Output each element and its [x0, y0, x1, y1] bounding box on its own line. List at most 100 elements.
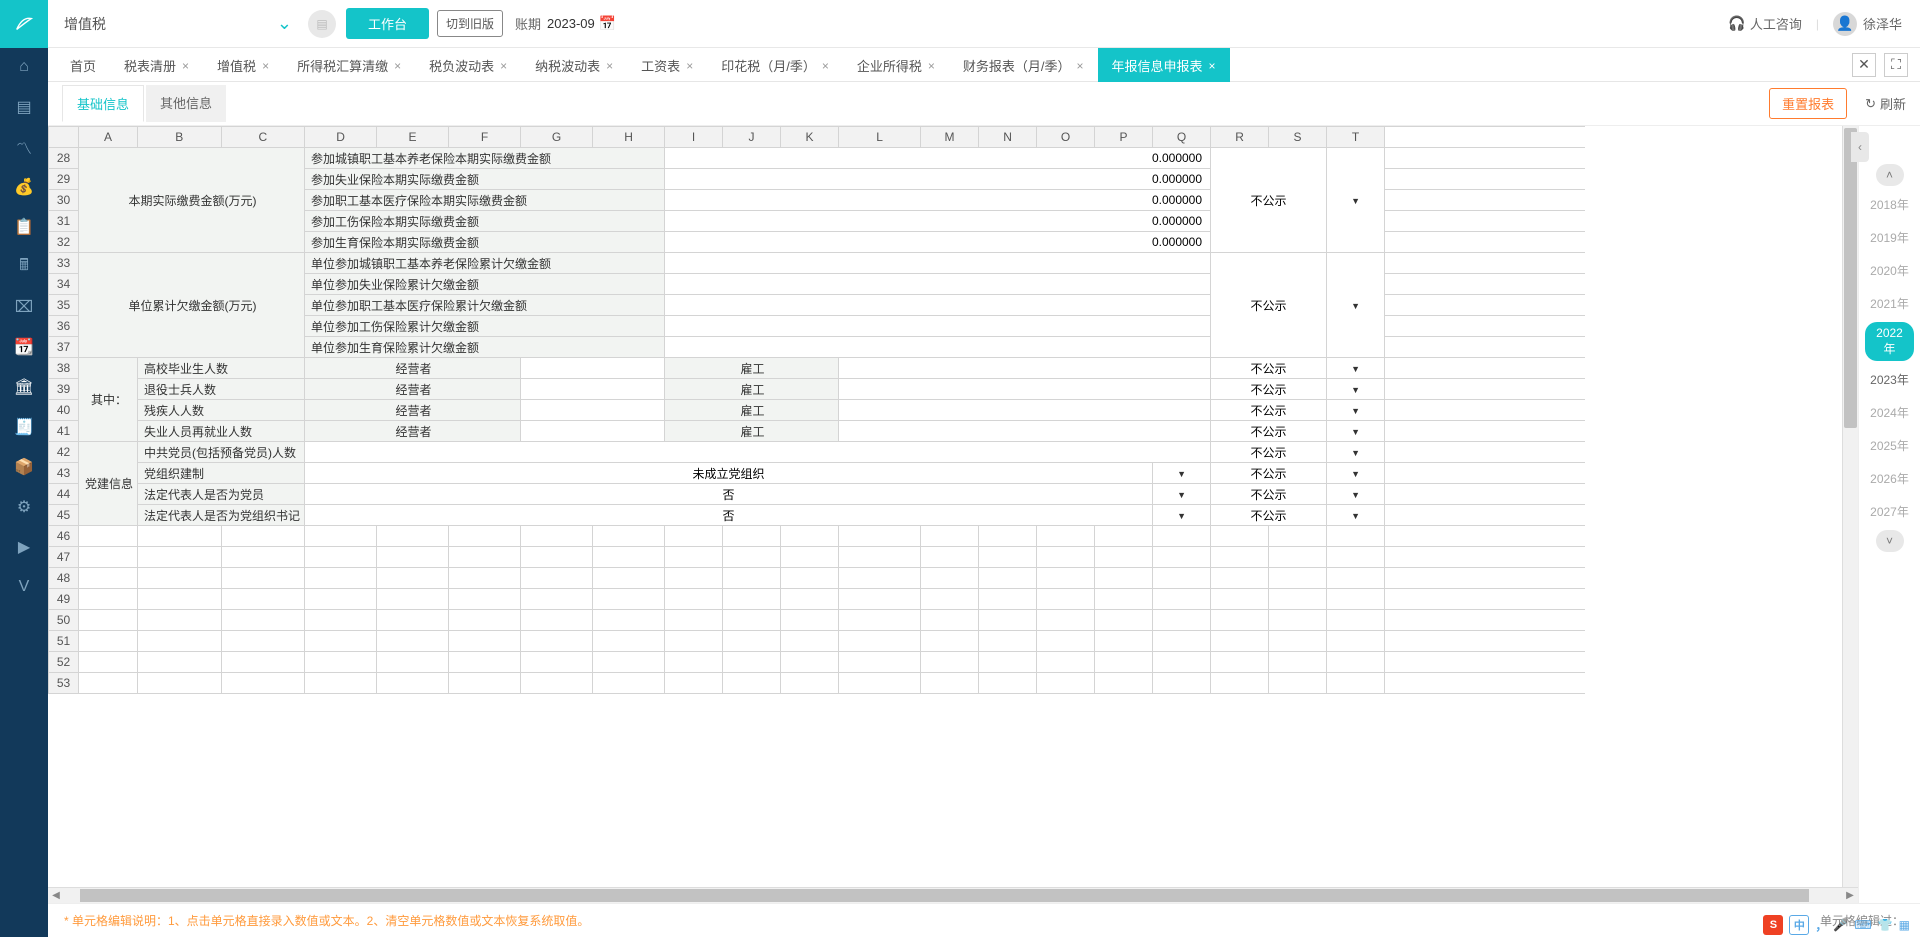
cell-47E[interactable] [377, 547, 449, 568]
cell-51L[interactable] [839, 631, 921, 652]
close-icon[interactable]: × [822, 59, 829, 73]
cell-38c[interactable]: ▼ [1327, 358, 1385, 379]
cell-28s[interactable]: 不公示 [1211, 148, 1327, 253]
cell-48C[interactable] [221, 568, 305, 589]
nav-doc-icon[interactable]: ▤ [13, 96, 35, 118]
cell-34v[interactable] [665, 274, 1211, 295]
cell-36v[interactable] [665, 316, 1211, 337]
cell-52P[interactable] [1095, 652, 1153, 673]
row-45[interactable]: 45 [49, 505, 79, 526]
cell-46Q[interactable] [1153, 526, 1211, 547]
cell-47C[interactable] [221, 547, 305, 568]
cell-38b[interactable]: 高校毕业生人数 [138, 358, 305, 379]
cell-33d[interactable]: 单位参加城镇职工基本养老保险累计欠缴金额 [305, 253, 665, 274]
cell-39s[interactable]: 不公示 [1211, 379, 1327, 400]
cell-50J[interactable] [723, 610, 781, 631]
cell-51B[interactable] [138, 631, 222, 652]
cell-40s[interactable]: 不公示 [1211, 400, 1327, 421]
col-Q[interactable]: Q [1153, 127, 1211, 148]
close-icon[interactable]: × [394, 59, 401, 73]
cell-40g[interactable]: 雇工 [665, 400, 839, 421]
workbench-button[interactable]: 工作台 [346, 8, 429, 39]
col-R[interactable]: R [1211, 127, 1269, 148]
cell-46B[interactable] [138, 526, 222, 547]
cell-45c[interactable]: ▼ [1327, 505, 1385, 526]
cell-47I[interactable] [665, 547, 723, 568]
cell-50L[interactable] [839, 610, 921, 631]
cell-37v[interactable] [665, 337, 1211, 358]
cell-47H[interactable] [593, 547, 665, 568]
cell-49J[interactable] [723, 589, 781, 610]
subtab-basic[interactable]: 基础信息 [62, 85, 144, 122]
cell-51R[interactable] [1211, 631, 1269, 652]
cell-52F[interactable] [449, 652, 521, 673]
nav-calc-icon[interactable]: 🖩 [13, 256, 35, 278]
cell-53H[interactable] [593, 673, 665, 694]
cell-52O[interactable] [1037, 652, 1095, 673]
cell-52S[interactable] [1269, 652, 1327, 673]
cell-52G[interactable] [521, 652, 593, 673]
cell-45s[interactable]: 不公示 [1211, 505, 1327, 526]
cell-46M[interactable] [921, 526, 979, 547]
cell-46O[interactable] [1037, 526, 1095, 547]
cell-49M[interactable] [921, 589, 979, 610]
refresh-button[interactable]: 刷新 [1865, 94, 1906, 113]
cell-46A[interactable] [79, 526, 138, 547]
row-44[interactable]: 44 [49, 484, 79, 505]
row-34[interactable]: 34 [49, 274, 79, 295]
cell-49T[interactable] [1327, 589, 1385, 610]
cell-49H[interactable] [593, 589, 665, 610]
cell-48R[interactable] [1211, 568, 1269, 589]
cell-group-38[interactable]: 其中： [79, 358, 138, 442]
cell-50A[interactable] [79, 610, 138, 631]
tab-5[interactable]: 纳税波动表× [521, 48, 627, 82]
cell-52J[interactable] [723, 652, 781, 673]
close-icon[interactable]: × [500, 59, 507, 73]
cell-40c[interactable]: ▼ [1327, 400, 1385, 421]
cell-53N[interactable] [979, 673, 1037, 694]
ime-sogou-icon[interactable]: S [1763, 915, 1783, 935]
cell-53E[interactable] [377, 673, 449, 694]
row-35[interactable]: 35 [49, 295, 79, 316]
cell-52E[interactable] [377, 652, 449, 673]
cell-49O[interactable] [1037, 589, 1095, 610]
cell-group-28[interactable]: 本期实际缴费金额(万元) [79, 148, 305, 253]
cell-48L[interactable] [839, 568, 921, 589]
col-A[interactable]: A [79, 127, 138, 148]
cell-51M[interactable] [921, 631, 979, 652]
col-I[interactable]: I [665, 127, 723, 148]
cell-38s[interactable]: 不公示 [1211, 358, 1327, 379]
cell-42c[interactable]: ▼ [1327, 442, 1385, 463]
cell-53R[interactable] [1211, 673, 1269, 694]
close-icon[interactable]: × [262, 59, 269, 73]
cell-50Q[interactable] [1153, 610, 1211, 631]
tab-6[interactable]: 工资表× [627, 48, 707, 82]
nav-clipboard-icon[interactable]: 📋 [13, 216, 35, 238]
cell-50K[interactable] [781, 610, 839, 631]
cell-41gv[interactable] [839, 421, 1211, 442]
col-G[interactable]: G [521, 127, 593, 148]
cell-39b[interactable]: 退役士兵人数 [138, 379, 305, 400]
cell-48I[interactable] [665, 568, 723, 589]
cell-42b[interactable]: 中共党员(包括预备党员)人数 [138, 442, 305, 463]
cell-44c[interactable]: ▼ [1327, 484, 1385, 505]
cell-39j[interactable]: 经营者 [305, 379, 521, 400]
col-S[interactable]: S [1269, 127, 1327, 148]
cell-49G[interactable] [521, 589, 593, 610]
cell-51J[interactable] [723, 631, 781, 652]
cell-46C[interactable] [221, 526, 305, 547]
cell-39jv[interactable] [521, 379, 665, 400]
nav-receipt-icon[interactable]: 🧾 [13, 416, 35, 438]
cell-51E[interactable] [377, 631, 449, 652]
cell-group-33[interactable]: 单位累计欠缴金额(万元) [79, 253, 305, 358]
cell-51D[interactable] [305, 631, 377, 652]
cell-33v[interactable] [665, 253, 1211, 274]
row-41[interactable]: 41 [49, 421, 79, 442]
cell-49R[interactable] [1211, 589, 1269, 610]
tab-9[interactable]: 财务报表（月/季）× [949, 48, 1098, 82]
cell-53O[interactable] [1037, 673, 1095, 694]
nav-fund-icon[interactable]: 💰 [13, 176, 35, 198]
cell-46H[interactable] [593, 526, 665, 547]
cell-39g[interactable]: 雇工 [665, 379, 839, 400]
close-icon[interactable]: × [1209, 59, 1216, 73]
